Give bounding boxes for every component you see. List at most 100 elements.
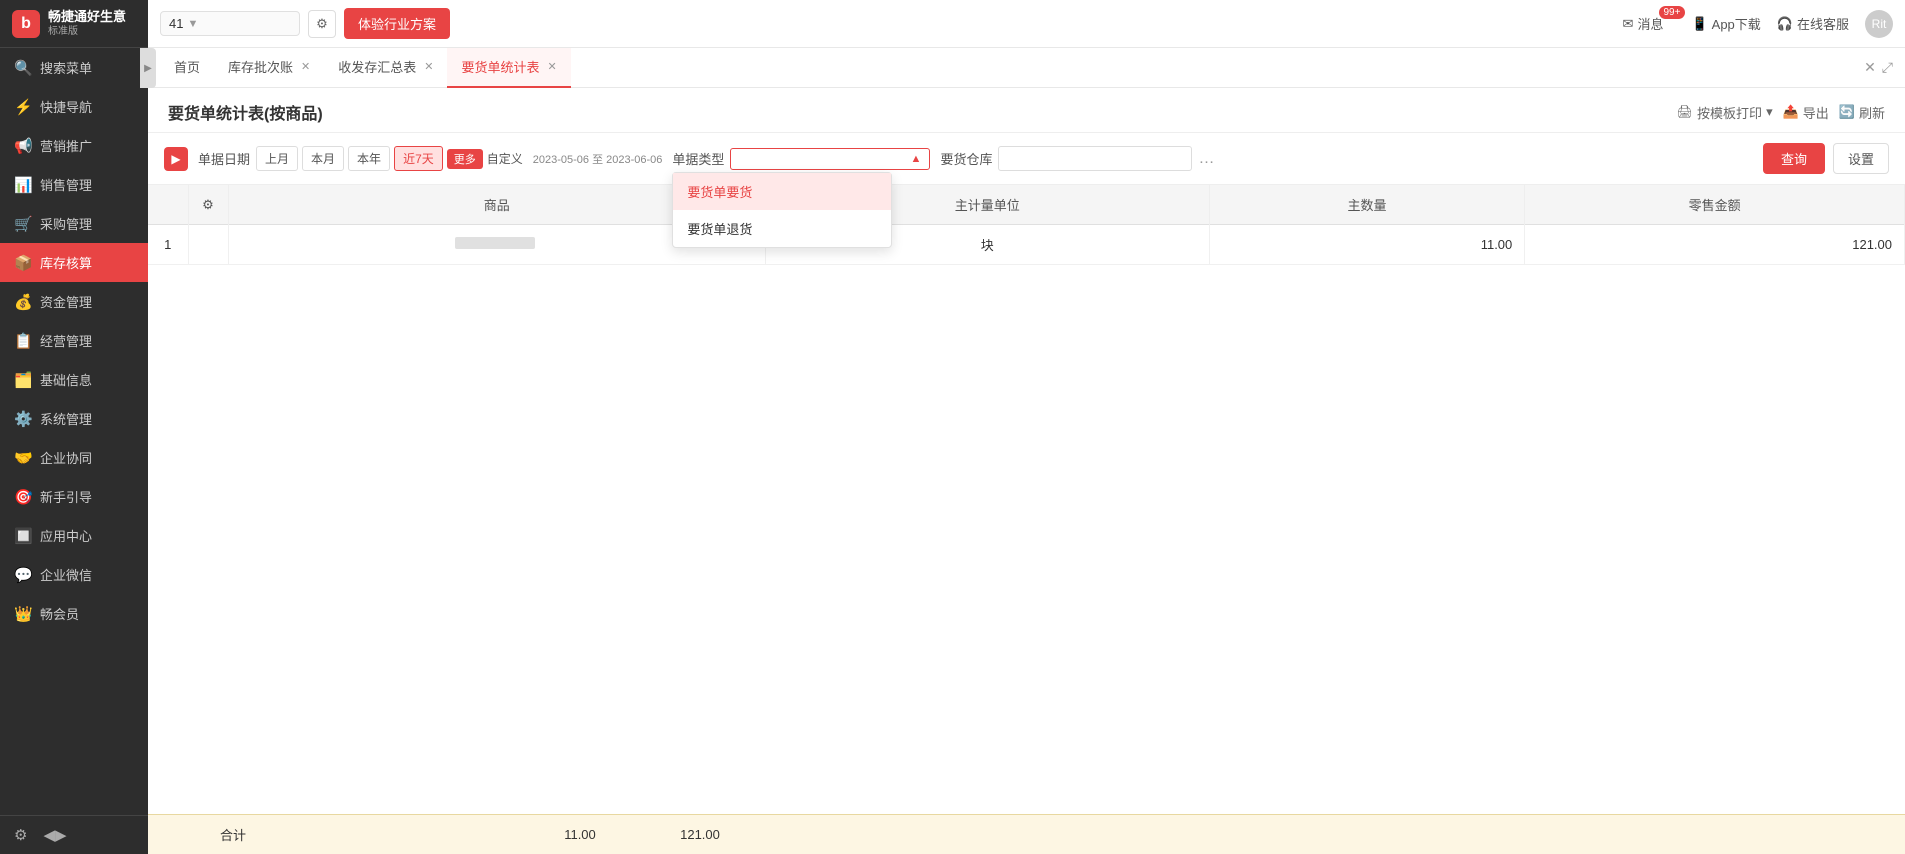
trial-button[interactable]: 体验行业方案 — [344, 8, 450, 39]
sidebar-bottom: ⚙ ◀▶ — [0, 815, 148, 854]
sidebar-item-member[interactable]: 👑 畅会员 — [0, 594, 148, 633]
tab-close-order-stats[interactable]: ✕ — [548, 60, 557, 73]
type-chevron-icon: ▲ — [911, 153, 922, 165]
cell-index: 1 — [148, 225, 188, 265]
sidebar-collapse-button[interactable]: ▶ — [140, 48, 156, 88]
finance-icon: 💰 — [14, 293, 32, 311]
user-avatar[interactable]: Rit — [1865, 10, 1893, 38]
main-area: 41 ▼ ⚙ 体验行业方案 ✉ 消息 99+ 📱 App下载 🎧 在线客服 — [148, 0, 1905, 854]
tabbar: 首页 库存批次账 ✕ 收发存汇总表 ✕ 要货单统计表 ✕ ✕ ⤢ — [148, 48, 1905, 88]
sidebar-item-finance[interactable]: 💰 资金管理 — [0, 282, 148, 321]
sidebar-item-guide[interactable]: 🎯 新手引导 — [0, 477, 148, 516]
cell-settings — [188, 225, 228, 265]
online-service-button[interactable]: 🎧 在线客服 — [1777, 14, 1849, 33]
type-filter-group: 单据类型 ▲ 要货单要货 要货单退货 — [672, 148, 930, 170]
refresh-button[interactable]: 🔄 刷新 — [1839, 103, 1885, 122]
sidebar-item-system[interactable]: ⚙️ 系统管理 — [0, 399, 148, 438]
filter-expand-button[interactable]: ▶ — [164, 147, 188, 171]
app-download-button[interactable]: 📱 App下载 — [1691, 14, 1760, 33]
page-header: 要货单统计表(按商品) 🖨 按模板打印 ▾ 📤 导出 🔄 刷新 — [148, 88, 1905, 133]
table-area: ⚙ 商品 主计量单位 主数量 零售金额 1 块 — [148, 185, 1905, 814]
page-content: 要货单统计表(按商品) 🖨 按模板打印 ▾ 📤 导出 🔄 刷新 ▶ — [148, 88, 1905, 854]
sidebar-logo: b 畅捷通好生意 标准版 — [0, 0, 148, 48]
filter-bar: ▶ 单据日期 上月 本月 本年 近7天 更多 自定义 2023-05-06 至 … — [148, 133, 1905, 185]
cell-amount: 121.00 — [1525, 225, 1905, 265]
page-actions: 🖨 按模板打印 ▾ 📤 导出 🔄 刷新 — [1677, 103, 1885, 122]
sidebar-item-inventory[interactable]: 📦 库存核算 — [0, 243, 148, 282]
sidebar-nav: 🔍 搜索菜单 ⚡ 快捷导航 📢 营销推广 📊 销售管理 🛒 采购管理 📦 库存核… — [0, 48, 148, 815]
wecom-icon: 💬 — [14, 566, 32, 584]
sidebar: b 畅捷通好生意 标准版 ▶ 🔍 搜索菜单 ⚡ 快捷导航 📢 营销推广 📊 销售… — [0, 0, 148, 854]
search-icon: 🔍 — [14, 59, 32, 77]
warehouse-input[interactable] — [998, 146, 1192, 171]
dropdown-item-order-purchase[interactable]: 要货单要货 — [673, 173, 891, 210]
avatar-circle: Rit — [1865, 10, 1893, 38]
date-custom-button[interactable]: 自定义 — [487, 150, 523, 167]
print-icon: 🖨 — [1677, 104, 1694, 120]
messages-badge: 99+ — [1659, 6, 1686, 19]
topbar-left: 41 ▼ ⚙ 体验行业方案 — [160, 8, 1613, 39]
date-this-year-button[interactable]: 本年 — [348, 146, 390, 171]
filter-settings-button[interactable]: 设置 — [1833, 143, 1889, 174]
sidebar-item-search[interactable]: 🔍 搜索菜单 — [0, 48, 148, 87]
tab-order-statistics[interactable]: 要货单统计表 ✕ — [447, 48, 570, 88]
date-range-buttons: 上月 本月 本年 近7天 更多 自定义 — [256, 146, 523, 171]
tab-inventory-batch[interactable]: 库存批次账 ✕ — [214, 48, 324, 88]
sidebar-item-quicknav[interactable]: ⚡ 快捷导航 — [0, 87, 148, 126]
collapse-bottom-icon[interactable]: ◀▶ — [43, 826, 66, 844]
col-qty: 主数量 — [1209, 185, 1525, 225]
sidebar-item-marketing[interactable]: 📢 营销推广 — [0, 126, 148, 165]
data-table: ⚙ 商品 主计量单位 主数量 零售金额 1 块 — [148, 185, 1905, 265]
warehouse-more-icon[interactable]: … — [1198, 150, 1214, 168]
tab-close-receive-send[interactable]: ✕ — [424, 60, 433, 73]
sidebar-item-appstore[interactable]: 🔲 应用中心 — [0, 516, 148, 555]
tab-receive-send-summary[interactable]: 收发存汇总表 ✕ — [324, 48, 447, 88]
service-icon: 🎧 — [1777, 16, 1793, 32]
warehouse-filter-group: 要货仓库 … — [940, 146, 1214, 171]
col-settings[interactable]: ⚙ — [188, 185, 228, 225]
print-template-button[interactable]: 🖨 按模板打印 ▾ — [1677, 103, 1773, 122]
member-icon: 👑 — [14, 605, 32, 623]
message-icon: ✉ — [1623, 16, 1634, 32]
topbar-gear-button[interactable]: ⚙ — [308, 10, 336, 38]
filter-action-buttons: 查询 设置 — [1763, 143, 1889, 174]
messages-button[interactable]: ✉ 消息 99+ — [1623, 14, 1676, 33]
inventory-icon: 📦 — [14, 254, 32, 272]
guide-icon: 🎯 — [14, 488, 32, 506]
page-title: 要货单统计表(按商品) — [168, 100, 323, 124]
sidebar-item-sales[interactable]: 📊 销售管理 — [0, 165, 148, 204]
footer-qty: 11.00 — [520, 827, 640, 842]
logo-text: 畅捷通好生意 标准版 — [48, 9, 126, 39]
sidebar-item-operations[interactable]: 📋 经营管理 — [0, 321, 148, 360]
tab-close-inventory-batch[interactable]: ✕ — [301, 60, 310, 73]
export-button[interactable]: 📤 导出 — [1783, 103, 1829, 122]
print-chevron-icon: ▾ — [1766, 104, 1773, 120]
settings-bottom-icon[interactable]: ⚙ — [14, 826, 27, 844]
tab-home[interactable]: 首页 — [160, 48, 214, 88]
type-select[interactable]: ▲ — [730, 148, 930, 170]
export-icon: 📤 — [1783, 104, 1799, 120]
type-dropdown: 要货单要货 要货单退货 — [672, 172, 892, 248]
logo-icon: b — [12, 10, 40, 38]
system-icon: ⚙️ — [14, 410, 32, 428]
tenant-selector[interactable]: 41 ▼ — [160, 11, 300, 36]
col-index — [148, 185, 188, 225]
sales-icon: 📊 — [14, 176, 32, 194]
product-placeholder — [455, 237, 535, 249]
info-icon: 🗂️ — [14, 371, 32, 389]
flash-icon: ⚡ — [14, 98, 32, 116]
sidebar-item-purchase[interactable]: 🛒 采购管理 — [0, 204, 148, 243]
marketing-icon: 📢 — [14, 137, 32, 155]
date-last-month-button[interactable]: 上月 — [256, 146, 298, 171]
date-more-button[interactable]: 更多 — [447, 149, 483, 169]
sidebar-item-wecom[interactable]: 💬 企业微信 — [0, 555, 148, 594]
query-button[interactable]: 查询 — [1763, 143, 1825, 174]
date-last-7days-button[interactable]: 近7天 — [394, 146, 443, 171]
tenant-chevron-icon: ▼ — [187, 18, 198, 30]
date-this-month-button[interactable]: 本月 — [302, 146, 344, 171]
expand-tab-icon[interactable]: ⤢ — [1882, 59, 1893, 76]
sidebar-item-collab[interactable]: 🤝 企业协同 — [0, 438, 148, 477]
close-all-tabs-icon[interactable]: ✕ — [1864, 59, 1876, 76]
dropdown-item-order-return[interactable]: 要货单退货 — [673, 210, 891, 247]
sidebar-item-basic-info[interactable]: 🗂️ 基础信息 — [0, 360, 148, 399]
